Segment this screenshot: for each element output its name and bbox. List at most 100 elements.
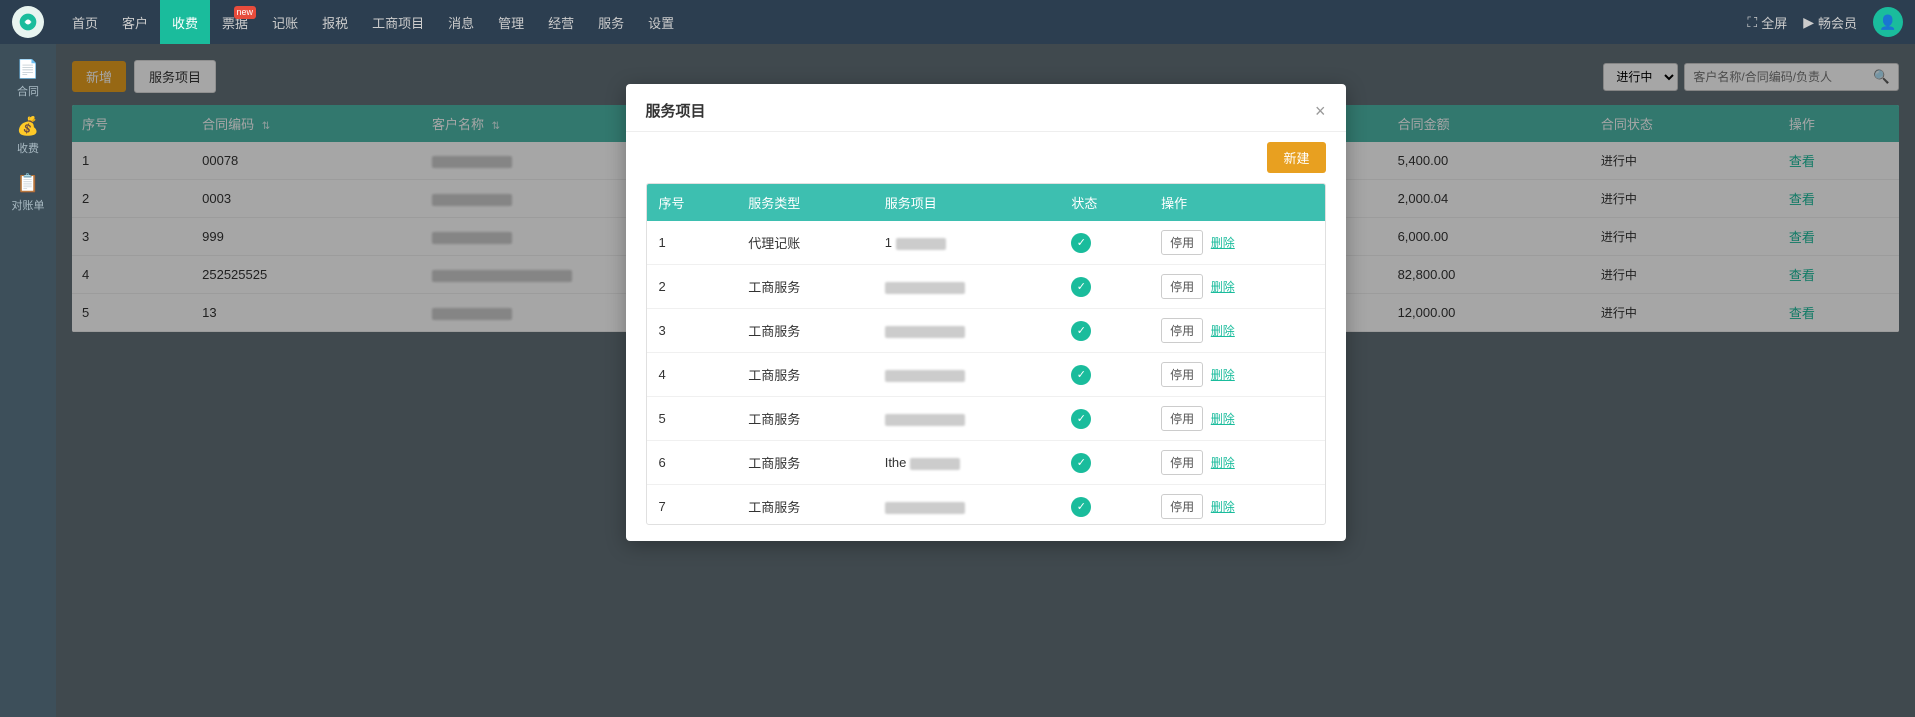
modal-cell-type: 代理记账	[736, 221, 872, 265]
modal-cell-project	[873, 265, 1060, 309]
delete-button[interactable]: 删除	[1211, 366, 1235, 383]
project-text: Ithe	[885, 455, 907, 470]
modal-cell-type: 工商服务	[736, 397, 872, 441]
modal-cell-type: 工商服务	[736, 309, 872, 353]
nav-right-area: ⛶ 全屏 ▶ 畅会员 👤	[1747, 7, 1903, 37]
modal-table-header: 序号 服务类型 服务项目 状态 操作	[647, 184, 1325, 221]
project-blurred	[896, 238, 946, 250]
nav-piaoju[interactable]: 票据 new	[210, 0, 260, 44]
modal-cell-project: Ithe	[873, 441, 1060, 485]
statement-icon: 📋	[17, 172, 39, 194]
modal-overlay[interactable]: 服务项目 × 新建 序号 服务类型	[56, 44, 1915, 717]
modal-col-type: 服务类型	[736, 184, 872, 221]
fullscreen-button[interactable]: ⛶ 全屏	[1747, 13, 1787, 32]
app-logo	[12, 6, 44, 38]
modal-cell-status: ✓	[1059, 441, 1149, 485]
modal-cell-status: ✓	[1059, 265, 1149, 309]
modal-cell-type: 工商服务	[736, 353, 872, 397]
project-blurred	[885, 502, 965, 514]
stop-button[interactable]: 停用	[1161, 274, 1203, 299]
modal-col-project: 服务项目	[873, 184, 1060, 221]
nav-shezhi[interactable]: 设置	[636, 0, 686, 44]
nav-fuwu[interactable]: 服务	[586, 0, 636, 44]
nav-home[interactable]: 首页	[60, 0, 110, 44]
modal-cell-status: ✓	[1059, 485, 1149, 525]
modal-cell-type: 工商服务	[736, 441, 872, 485]
project-text: 1	[885, 235, 892, 250]
status-check-icon: ✓	[1071, 497, 1091, 517]
project-blurred	[885, 414, 965, 426]
modal-table-row: 4 工商服务 ✓ 停用 删除	[647, 353, 1325, 397]
modal-cell-project	[873, 309, 1060, 353]
stop-button[interactable]: 停用	[1161, 494, 1203, 519]
modal-title: 服务项目	[646, 100, 706, 121]
vip-button[interactable]: ▶ 畅会员	[1803, 13, 1857, 32]
modal-close-button[interactable]: ×	[1315, 102, 1326, 120]
user-avatar[interactable]: 👤	[1873, 7, 1903, 37]
nav-jingying[interactable]: 经营	[536, 0, 586, 44]
modal-col-seq: 序号	[647, 184, 737, 221]
modal-cell-status: ✓	[1059, 397, 1149, 441]
nav-baoshui[interactable]: 报税	[310, 0, 360, 44]
sidebar-item-shoufei[interactable]: 💰 收费	[3, 109, 53, 162]
status-check-icon: ✓	[1071, 365, 1091, 385]
delete-button[interactable]: 删除	[1211, 410, 1235, 427]
project-blurred	[885, 326, 965, 338]
modal-table-wrap: 序号 服务类型 服务项目 状态 操作 1 代理记账 1	[646, 183, 1326, 525]
modal-cell-status: ✓	[1059, 221, 1149, 265]
modal-cell-project: 1	[873, 221, 1060, 265]
stop-button[interactable]: 停用	[1161, 406, 1203, 431]
modal-table-scroll[interactable]: 序号 服务类型 服务项目 状态 操作 1 代理记账 1	[647, 184, 1325, 524]
modal-service-table: 序号 服务类型 服务项目 状态 操作 1 代理记账 1	[647, 184, 1325, 524]
modal-col-status: 状态	[1059, 184, 1149, 221]
modal-cell-action: 停用 删除	[1149, 397, 1324, 441]
status-check-icon: ✓	[1071, 453, 1091, 473]
status-check-icon: ✓	[1071, 233, 1091, 253]
modal-col-action: 操作	[1149, 184, 1324, 221]
modal-cell-seq: 5	[647, 397, 737, 441]
project-blurred	[885, 282, 965, 294]
nav-customer[interactable]: 客户	[110, 0, 160, 44]
modal-cell-status: ✓	[1059, 309, 1149, 353]
modal-body: 序号 服务类型 服务项目 状态 操作 1 代理记账 1	[626, 183, 1346, 541]
delete-button[interactable]: 删除	[1211, 498, 1235, 515]
modal-table-row: 1 代理记账 1 ✓ 停用 删除	[647, 221, 1325, 265]
modal-cell-seq: 3	[647, 309, 737, 353]
modal-cell-action: 停用 删除	[1149, 309, 1324, 353]
delete-button[interactable]: 删除	[1211, 278, 1235, 295]
modal-cell-project	[873, 397, 1060, 441]
modal-table-row: 3 工商服务 ✓ 停用 删除	[647, 309, 1325, 353]
sidebar-item-hetong[interactable]: 📄 合同	[3, 52, 53, 105]
modal-cell-status: ✓	[1059, 353, 1149, 397]
nav-gongshang[interactable]: 工商项目	[360, 0, 436, 44]
modal-new-button[interactable]: 新建	[1267, 142, 1325, 173]
stop-button[interactable]: 停用	[1161, 318, 1203, 343]
main-content: 新增 服务项目 进行中 全部 已结束 🔍 序号	[56, 44, 1915, 717]
modal-cell-seq: 1	[647, 221, 737, 265]
nav-guanli[interactable]: 管理	[486, 0, 536, 44]
fee-icon: 💰	[17, 115, 39, 137]
modal-header: 服务项目 ×	[626, 84, 1346, 132]
stop-button[interactable]: 停用	[1161, 450, 1203, 475]
delete-button[interactable]: 删除	[1211, 322, 1235, 339]
modal-table-row: 5 工商服务 ✓ 停用 删除	[647, 397, 1325, 441]
delete-button[interactable]: 删除	[1211, 454, 1235, 471]
avatar-icon: 👤	[1879, 14, 1896, 31]
modal-table-row: 7 工商服务 ✓ 停用 删除	[647, 485, 1325, 525]
fullscreen-icon: ⛶	[1747, 14, 1757, 31]
nav-shoufei[interactable]: 收费	[160, 0, 210, 44]
stop-button[interactable]: 停用	[1161, 362, 1203, 387]
nav-xiaoxi[interactable]: 消息	[436, 0, 486, 44]
modal-cell-seq: 4	[647, 353, 737, 397]
nav-jiz[interactable]: 记账	[260, 0, 310, 44]
stop-button[interactable]: 停用	[1161, 230, 1203, 255]
contract-icon: 📄	[17, 58, 39, 80]
delete-button[interactable]: 删除	[1211, 234, 1235, 251]
app-layout: 📄 合同 💰 收费 📋 对账单 新增 服务项目 进行中 全部 已结束	[0, 44, 1915, 717]
sidebar-item-duizhangdan[interactable]: 📋 对账单	[3, 166, 53, 219]
modal-cell-project	[873, 485, 1060, 525]
modal-cell-type: 工商服务	[736, 265, 872, 309]
project-blurred	[910, 458, 960, 470]
status-check-icon: ✓	[1071, 277, 1091, 297]
status-check-icon: ✓	[1071, 321, 1091, 341]
